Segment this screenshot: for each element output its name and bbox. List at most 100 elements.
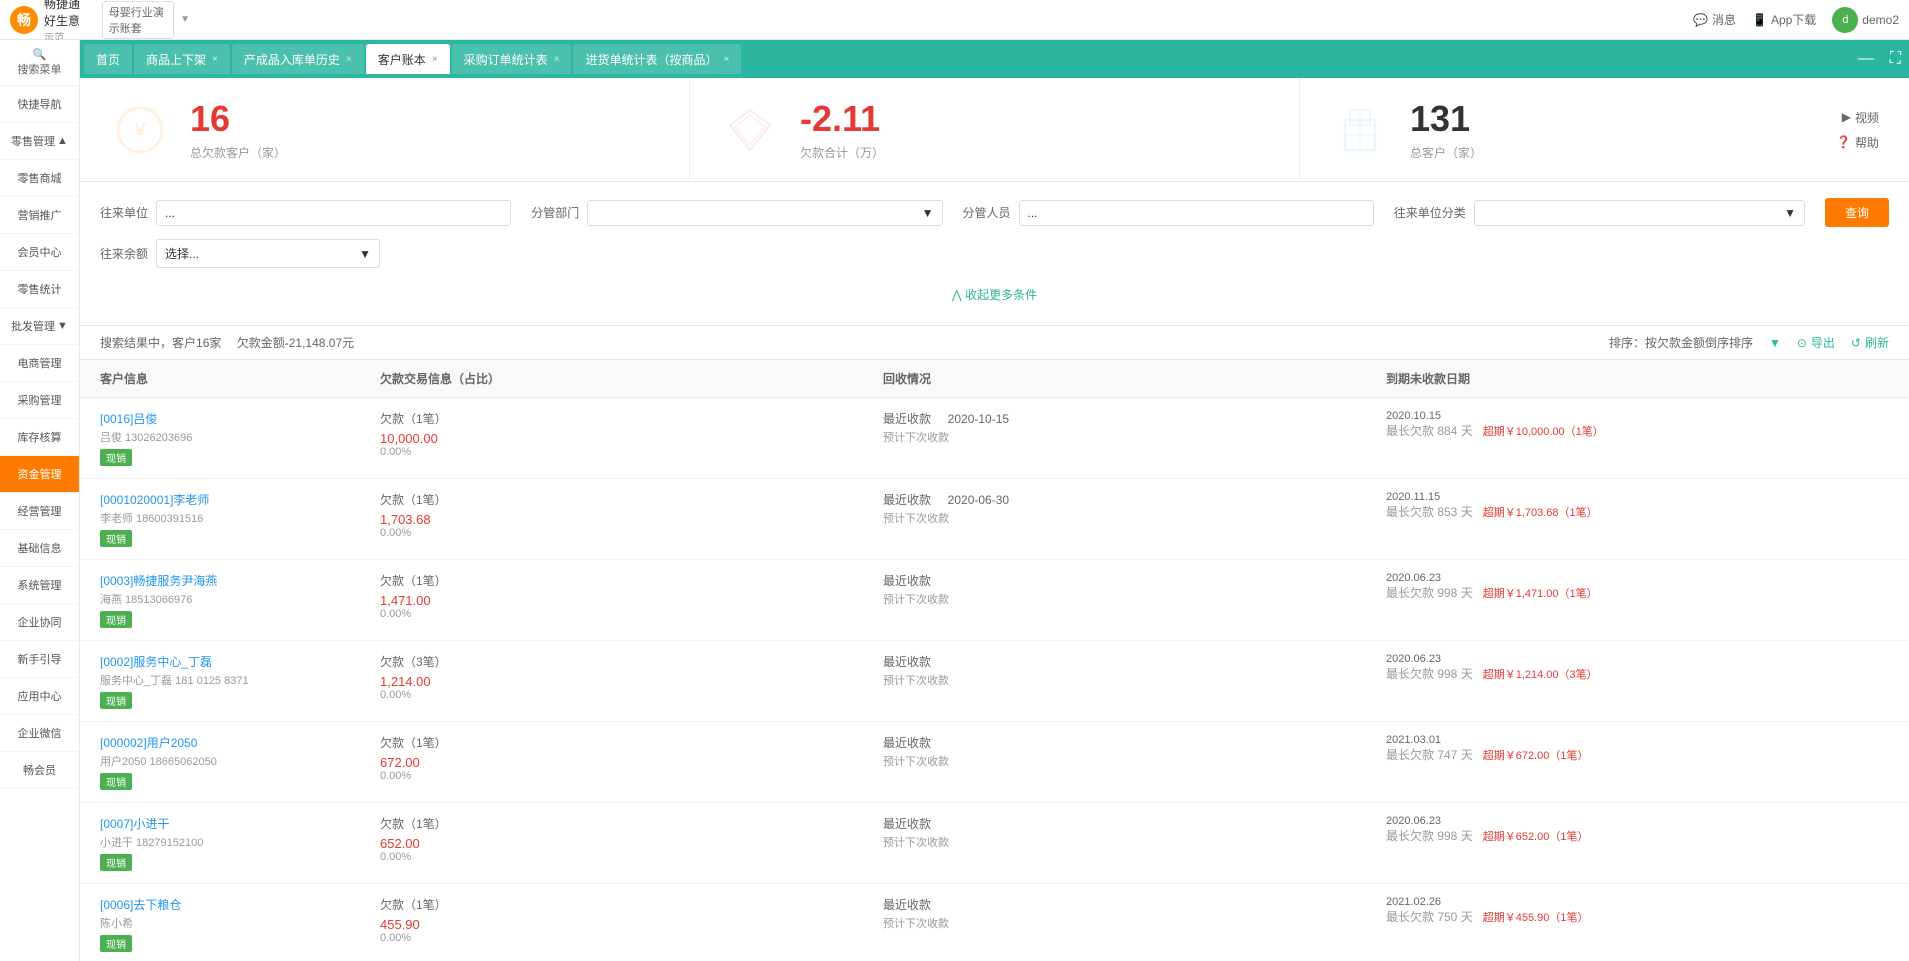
collection-cell: 最近收款 预计下次收款 xyxy=(883,896,1386,952)
overdue-amount[interactable]: 超期￥1,471.00（1笔） xyxy=(1483,588,1598,600)
overdue-amount[interactable]: 超期￥1,214.00（3笔） xyxy=(1483,669,1598,681)
customer-phone: 吕俊 13026203696 xyxy=(100,429,380,445)
help-action[interactable]: ❓ 帮助 xyxy=(1836,134,1879,151)
due-date: 2020.10.15 xyxy=(1386,410,1889,422)
collection-cell: 最近收款 预计下次收款 xyxy=(883,734,1386,790)
filter-person-input[interactable]: ... xyxy=(1019,200,1374,226)
debt-amount[interactable]: 1,214.00 xyxy=(380,674,883,689)
next-collection: 预计下次收款 xyxy=(883,834,1386,850)
chevron-icon-2: ▼ xyxy=(57,320,68,332)
sort-label[interactable]: 排序：按欠款金额倒序排序 xyxy=(1609,334,1753,351)
filter-dept-select[interactable]: ▼ xyxy=(587,200,942,226)
video-action[interactable]: ▶ 视频 xyxy=(1842,109,1879,126)
tab-maximize-button[interactable]: ⛶ xyxy=(1886,46,1905,72)
sidebar-item-marketing[interactable]: 营销推广 xyxy=(0,197,79,234)
debt-amount[interactable]: 652.00 xyxy=(380,836,883,851)
sidebar-item-wholesale-mgmt[interactable]: 批发管理 ▼ xyxy=(0,308,79,345)
sidebar-item-enterprise[interactable]: 企业协同 xyxy=(0,604,79,641)
customer-name[interactable]: [0002]服务中心_丁磊 xyxy=(100,653,380,670)
sidebar-item-system[interactable]: 系统管理 xyxy=(0,567,79,604)
stat-number-debt-total: -2.11 xyxy=(800,98,884,140)
sidebar-item-basic-info[interactable]: 基础信息 xyxy=(0,530,79,567)
debt-amount[interactable]: 455.90 xyxy=(380,917,883,932)
tab-home[interactable]: 首页 xyxy=(84,44,132,74)
tab-close-purchase-product-stats[interactable]: × xyxy=(723,54,729,65)
overdue-days: 最长欠款 998 天 超期￥1,214.00（3笔） xyxy=(1386,665,1889,682)
customer-badge: 现销 xyxy=(100,854,132,871)
overdue-days: 最长欠款 998 天 超期￥652.00（1笔） xyxy=(1386,827,1889,844)
sidebar-item-appstore[interactable]: 应用中心 xyxy=(0,678,79,715)
customer-phone: 陈小希 xyxy=(100,915,380,931)
sidebar-item-purchase-mgmt[interactable]: 采购管理 xyxy=(0,382,79,419)
tab-close-product-status[interactable]: × xyxy=(212,54,218,65)
debt-amount[interactable]: 672.00 xyxy=(380,755,883,770)
filter-party-input[interactable]: ... xyxy=(156,200,511,226)
tab-customer-account[interactable]: 客户账本× xyxy=(366,44,450,74)
logo-icon: 畅 xyxy=(10,6,38,34)
customer-info-cell: [000002]用户2050 用户2050 18665062050 现销 xyxy=(100,734,380,790)
collapse-button[interactable]: ⋀ 收起更多条件 xyxy=(100,280,1889,309)
overdue-amount[interactable]: 超期￥1,703.68（1笔） xyxy=(1483,507,1598,519)
debt-count: 欠款（1笔） xyxy=(380,491,883,508)
debt-amount[interactable]: 1,471.00 xyxy=(380,593,883,608)
sidebar-item-inventory[interactable]: 库存核算 xyxy=(0,419,79,456)
debt-percent: 0.00% xyxy=(380,851,883,863)
refresh-button[interactable]: ↺ 刷新 xyxy=(1851,334,1889,351)
debt-amount[interactable]: 1,703.68 xyxy=(380,512,883,527)
filter-row-1: 往来单位 ... 分管部门 ▼ xyxy=(100,198,1889,227)
sort-arrow: ▼ xyxy=(1769,336,1781,350)
stat-number-total-customers: 131 xyxy=(1410,98,1482,140)
sidebar-item-quick-nav[interactable]: 快捷导航 xyxy=(0,86,79,123)
due-date-cell: 2020.06.23 最长欠款 998 天 超期￥652.00（1笔） xyxy=(1386,815,1889,871)
tab-minimize-button[interactable]: — xyxy=(1854,46,1878,72)
tab-close-production-history[interactable]: × xyxy=(346,54,352,65)
sidebar-item-finance[interactable]: 资金管理 xyxy=(0,456,79,493)
filter-dept: 分管部门 ▼ xyxy=(531,200,942,226)
customer-name[interactable]: [0007]小进干 xyxy=(100,815,380,832)
search-button[interactable]: 查询 xyxy=(1825,198,1889,227)
filter-party-type-select[interactable]: ▼ xyxy=(1474,200,1805,226)
customer-name[interactable]: [0001020001]李老师 xyxy=(100,491,380,508)
video-icon: ▶ xyxy=(1842,110,1851,124)
sidebar-item-retail-stats[interactable]: 零售统计 xyxy=(0,271,79,308)
tab-close-customer-account[interactable]: × xyxy=(432,54,438,65)
sidebar-item-ecommerce[interactable]: 电商管理 xyxy=(0,345,79,382)
filter-balance-select[interactable]: 选择... ▼ xyxy=(156,239,380,268)
tab-purchase-product-stats[interactable]: 进货单统计表（按商品）× xyxy=(573,44,741,74)
filter-person-dots: ... xyxy=(1028,206,1038,220)
collection-cell: 最近收款 2020-06-30 预计下次收款 xyxy=(883,491,1386,547)
user-menu[interactable]: d demo2 xyxy=(1832,7,1899,33)
tab-product-status[interactable]: 商品上下架× xyxy=(134,44,230,74)
overdue-amount[interactable]: 超期￥652.00（1笔） xyxy=(1483,831,1589,843)
debt-info-cell: 欠款（1笔） 672.00 0.00% xyxy=(380,734,883,790)
data-table: 客户信息 欠款交易信息（占比） 回收情况 到期未收款日期 [0016]吕俊 吕俊… xyxy=(80,360,1909,961)
customer-name[interactable]: [0003]畅捷服务尹海燕 xyxy=(100,572,380,589)
sidebar-item-member-center[interactable]: 会员中心 xyxy=(0,234,79,271)
sidebar-item-guide[interactable]: 新手引导 xyxy=(0,641,79,678)
app-title[interactable]: 母婴行业演示账套 xyxy=(102,1,174,39)
export-button[interactable]: ⊙ 导出 xyxy=(1797,334,1835,351)
app-download-button[interactable]: 📱 App下载 xyxy=(1752,11,1816,28)
tab-production-history[interactable]: 产成品入库单历史× xyxy=(232,44,364,74)
overdue-amount[interactable]: 超期￥672.00（1笔） xyxy=(1483,750,1589,762)
customer-name[interactable]: [0016]吕俊 xyxy=(100,410,380,427)
sidebar-item-retail-mall[interactable]: 零售商城 xyxy=(0,160,79,197)
debt-info-cell: 欠款（1笔） 652.00 0.00% xyxy=(380,815,883,871)
sidebar-item-member[interactable]: 畅会员 xyxy=(0,752,79,789)
customer-name[interactable]: [0006]去下粮仓 xyxy=(100,896,380,913)
message-button[interactable]: 💬 消息 xyxy=(1693,11,1736,28)
debt-percent: 0.00% xyxy=(380,770,883,782)
customer-name[interactable]: [000002]用户2050 xyxy=(100,734,380,751)
sidebar-item-wechat[interactable]: 企业微信 xyxy=(0,715,79,752)
sidebar-item-retail-mgmt[interactable]: 零售管理 ▲ xyxy=(0,123,79,160)
overdue-amount[interactable]: 超期￥10,000.00（1笔） xyxy=(1483,426,1604,438)
sidebar-item-operations[interactable]: 经营管理 xyxy=(0,493,79,530)
stat-card-debtors: ¥ 16 总欠款客户（家） xyxy=(80,78,690,181)
overdue-amount[interactable]: 超期￥455.90（1笔） xyxy=(1483,912,1589,924)
tab-purchase-stats[interactable]: 采购订单统计表× xyxy=(452,44,572,74)
results-bar: 搜索结果中，客户16家 欠款金额-21,148.07元 排序：按欠款金额倒序排序… xyxy=(80,326,1909,360)
debt-amount[interactable]: 10,000.00 xyxy=(380,431,883,446)
sidebar-search[interactable]: 🔍 搜索菜单 xyxy=(0,40,79,86)
tab-close-purchase-stats[interactable]: × xyxy=(554,54,560,65)
customer-badge: 现销 xyxy=(100,935,132,952)
